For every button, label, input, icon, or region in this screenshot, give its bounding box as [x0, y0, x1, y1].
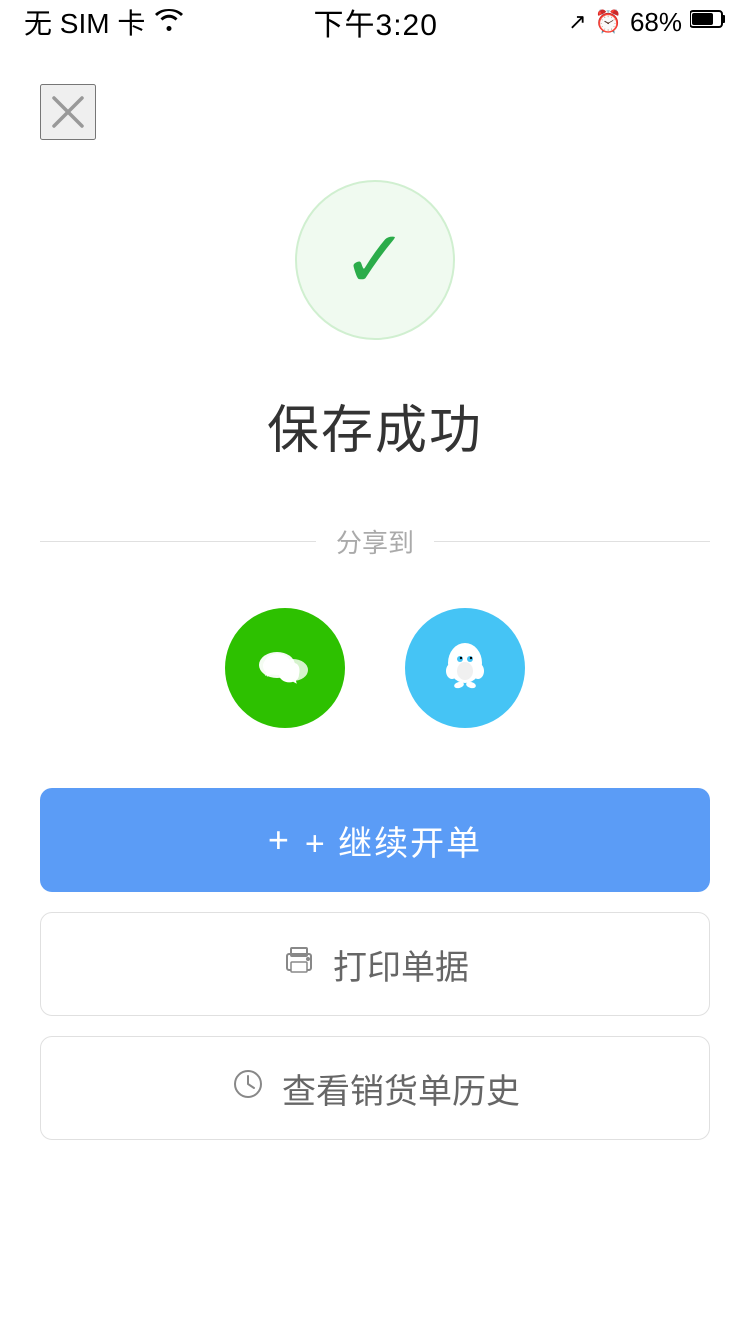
history-icon [230, 1066, 266, 1111]
battery-icon [690, 8, 726, 36]
plus-icon: + [268, 819, 289, 861]
close-button[interactable] [40, 84, 96, 140]
continue-order-label: + 继续开单 [305, 816, 482, 865]
history-button[interactable]: 查看销货单历史 [40, 1036, 710, 1140]
success-title: 保存成功 [267, 388, 483, 463]
status-right: ↗ ⏰ 68% [568, 7, 726, 38]
action-buttons: + + 继续开单 打印单据 查看销货单历 [40, 788, 710, 1140]
status-time: 下午3:20 [314, 0, 438, 44]
share-section: 分享到 [40, 523, 710, 728]
wifi-icon [155, 6, 183, 38]
print-icon [281, 942, 317, 987]
main-content: ✓ 保存成功 分享到 [0, 44, 750, 1334]
qq-share-button[interactable] [405, 608, 525, 728]
alarm-icon: ⏰ [595, 9, 622, 35]
share-label: 分享到 [336, 523, 414, 560]
history-label: 查看销货单历史 [282, 1064, 520, 1113]
no-sim-label: 无 SIM 卡 [24, 2, 145, 42]
status-bar: 无 SIM 卡 下午3:20 ↗ ⏰ 68% [0, 0, 750, 44]
battery-label: 68% [630, 7, 682, 38]
wechat-share-button[interactable] [225, 608, 345, 728]
checkmark-icon: ✓ [341, 220, 408, 300]
print-button[interactable]: 打印单据 [40, 912, 710, 1016]
divider-left [40, 541, 316, 542]
share-divider: 分享到 [40, 523, 710, 560]
continue-order-button[interactable]: + + 继续开单 [40, 788, 710, 892]
status-left: 无 SIM 卡 [24, 2, 183, 42]
share-icons-container [40, 608, 710, 728]
print-label: 打印单据 [333, 940, 469, 989]
success-icon-circle: ✓ [295, 180, 455, 340]
location-icon: ↗ [568, 9, 586, 35]
divider-right [434, 541, 710, 542]
